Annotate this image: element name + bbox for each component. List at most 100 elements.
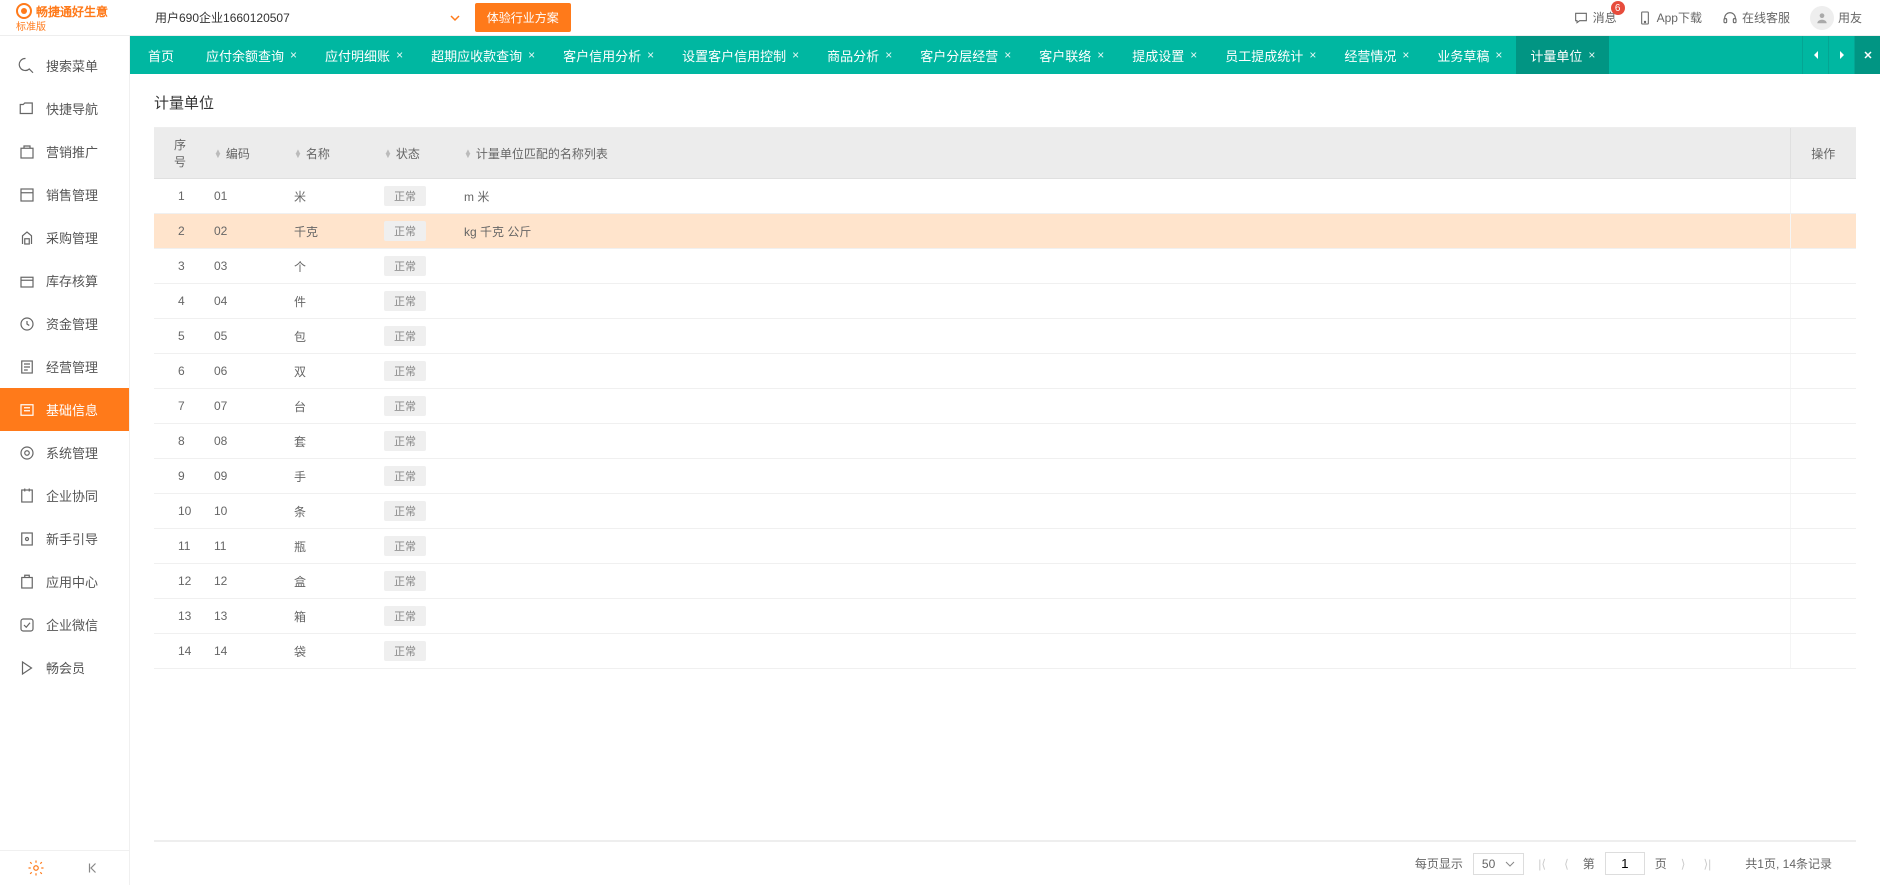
per-page-label: 每页显示: [1415, 855, 1463, 872]
sidebar-item-4[interactable]: 采购管理: [0, 216, 129, 259]
tab-close-icon[interactable]: ×: [885, 48, 892, 62]
sidebar-item-9[interactable]: 系统管理: [0, 431, 129, 474]
tabs-close-all[interactable]: [1854, 36, 1880, 74]
try-plan-button[interactable]: 体验行业方案: [475, 3, 571, 32]
tab-close-icon[interactable]: ×: [1402, 48, 1409, 62]
tab-close-icon[interactable]: ×: [1004, 48, 1011, 62]
tab-2[interactable]: 超期应收款查询×: [417, 36, 549, 74]
tab-home[interactable]: 首页: [130, 36, 192, 74]
col-code[interactable]: ▲▼编码: [204, 128, 284, 179]
app-download-link[interactable]: App下载: [1637, 9, 1702, 26]
col-name[interactable]: ▲▼名称: [284, 128, 374, 179]
sidebar-item-5[interactable]: 库存核算: [0, 259, 129, 302]
tab-close-icon[interactable]: ×: [528, 48, 535, 62]
sidebar-icon: [18, 487, 36, 505]
tab-close-icon[interactable]: ×: [396, 48, 403, 62]
table-row[interactable]: 404件正常: [154, 284, 1856, 319]
tab-5[interactable]: 商品分析×: [813, 36, 906, 74]
sidebar-item-8[interactable]: 基础信息: [0, 388, 129, 431]
sidebar-item-1[interactable]: 快捷导航: [0, 87, 129, 130]
table-row[interactable]: 606双正常: [154, 354, 1856, 389]
col-index[interactable]: 序号: [154, 128, 204, 179]
table-row[interactable]: 202千克正常kg 千克 公斤: [154, 214, 1856, 249]
tab-close-icon[interactable]: ×: [647, 48, 654, 62]
support-link[interactable]: 在线客服: [1722, 9, 1790, 26]
status-badge: 正常: [384, 606, 426, 626]
tab-close-icon[interactable]: ×: [792, 48, 799, 62]
per-page-select[interactable]: 50: [1473, 853, 1524, 875]
table-row[interactable]: 1414袋正常: [154, 634, 1856, 669]
table-row[interactable]: 808套正常: [154, 424, 1856, 459]
col-status[interactable]: ▲▼状态: [374, 128, 454, 179]
table-row[interactable]: 1111瓶正常: [154, 529, 1856, 564]
sidebar-item-3[interactable]: 销售管理: [0, 173, 129, 216]
tab-1[interactable]: 应付明细账×: [311, 36, 417, 74]
sidebar-icon: [18, 530, 36, 548]
status-badge: 正常: [384, 641, 426, 661]
tab-8[interactable]: 提成设置×: [1118, 36, 1211, 74]
collapse-icon[interactable]: [85, 859, 103, 877]
tab-close-icon[interactable]: ×: [1588, 48, 1595, 62]
sidebar-item-11[interactable]: 新手引导: [0, 517, 129, 560]
company-select[interactable]: 用户690企业1660120507: [148, 4, 467, 31]
tab-bar: 首页 应付余额查询×应付明细账×超期应收款查询×客户信用分析×设置客户信用控制×…: [130, 36, 1880, 74]
sidebar-item-2[interactable]: 营销推广: [0, 130, 129, 173]
sidebar-item-12[interactable]: 应用中心: [0, 560, 129, 603]
tab-close-icon[interactable]: ×: [290, 48, 297, 62]
sidebar-icon: [18, 401, 36, 419]
tab-close-icon[interactable]: ×: [1495, 48, 1502, 62]
tab-9[interactable]: 员工提成统计×: [1211, 36, 1330, 74]
tab-0[interactable]: 应付余额查询×: [192, 36, 311, 74]
table-row[interactable]: 909手正常: [154, 459, 1856, 494]
table-row[interactable]: 505包正常: [154, 319, 1856, 354]
status-badge: 正常: [384, 466, 426, 486]
tab-close-icon[interactable]: ×: [1309, 48, 1316, 62]
sidebar-item-6[interactable]: 资金管理: [0, 302, 129, 345]
tab-12[interactable]: 计量单位×: [1516, 36, 1609, 74]
table-row[interactable]: 1212盒正常: [154, 564, 1856, 599]
pager-next[interactable]: ⟩: [1677, 857, 1690, 871]
table-row[interactable]: 101米正常m 米: [154, 179, 1856, 214]
col-alias[interactable]: ▲▼计量单位匹配的名称列表: [454, 128, 1790, 179]
status-badge: 正常: [384, 501, 426, 521]
sidebar-icon: [18, 57, 36, 75]
sidebar-item-14[interactable]: 畅会员: [0, 646, 129, 689]
table-row[interactable]: 1010条正常: [154, 494, 1856, 529]
sidebar-item-10[interactable]: 企业协同: [0, 474, 129, 517]
tab-11[interactable]: 业务草稿×: [1423, 36, 1516, 74]
messages-link[interactable]: 消息 6: [1573, 9, 1617, 26]
settings-icon[interactable]: [27, 859, 45, 877]
status-badge: 正常: [384, 396, 426, 416]
pager-input[interactable]: [1605, 852, 1645, 875]
table-row[interactable]: 707台正常: [154, 389, 1856, 424]
sidebar-icon: [18, 616, 36, 634]
avatar-icon: [1810, 6, 1834, 30]
table-row[interactable]: 1313箱正常: [154, 599, 1856, 634]
chevron-down-icon: [1505, 859, 1515, 869]
tab-10[interactable]: 经营情况×: [1330, 36, 1423, 74]
tab-4[interactable]: 设置客户信用控制×: [668, 36, 813, 74]
pager-last[interactable]: ⟩|: [1699, 857, 1715, 871]
tab-7[interactable]: 客户联络×: [1025, 36, 1118, 74]
sidebar-item-7[interactable]: 经营管理: [0, 345, 129, 388]
chat-icon: [1573, 10, 1589, 26]
tab-close-icon[interactable]: ×: [1190, 48, 1197, 62]
table-row[interactable]: 303个正常: [154, 249, 1856, 284]
logo-icon: [16, 3, 32, 19]
sidebar-item-0[interactable]: 搜索菜单: [0, 44, 129, 87]
tab-3[interactable]: 客户信用分析×: [549, 36, 668, 74]
sidebar-icon: [18, 143, 36, 161]
sidebar-icon: [18, 272, 36, 290]
pager-first[interactable]: |⟨: [1534, 857, 1550, 871]
pager-prev[interactable]: ⟨: [1560, 857, 1573, 871]
status-badge: 正常: [384, 256, 426, 276]
status-badge: 正常: [384, 186, 426, 206]
tabs-scroll-right[interactable]: [1828, 36, 1854, 74]
sidebar-item-13[interactable]: 企业微信: [0, 603, 129, 646]
tab-close-icon[interactable]: ×: [1097, 48, 1104, 62]
user-menu[interactable]: 用友: [1810, 6, 1862, 30]
tab-6[interactable]: 客户分层经营×: [906, 36, 1025, 74]
logo: 畅捷通好生意 标准版: [8, 3, 138, 33]
tabs-scroll-left[interactable]: [1802, 36, 1828, 74]
header: 畅捷通好生意 标准版 用户690企业1660120507 体验行业方案 消息 6…: [0, 0, 1880, 36]
